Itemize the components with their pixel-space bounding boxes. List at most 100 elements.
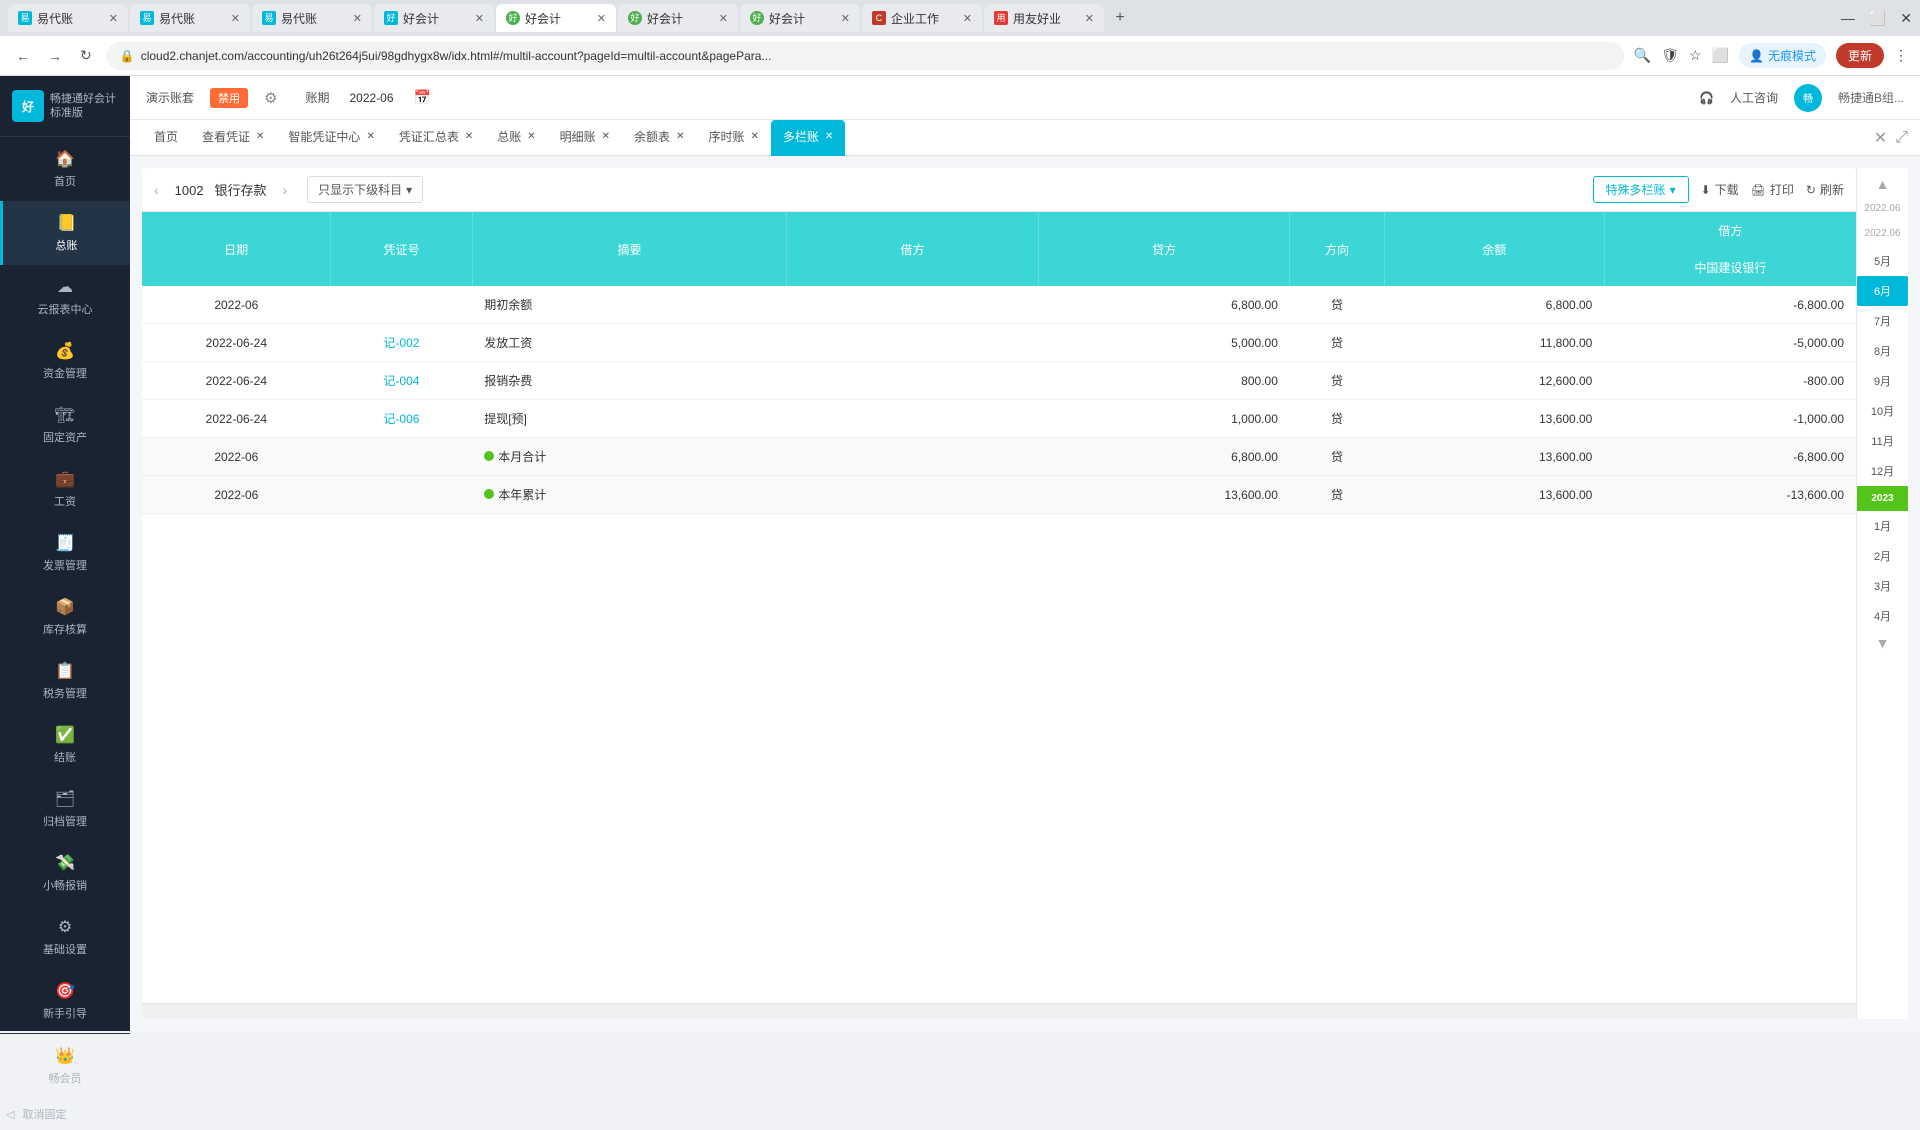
new-tab-button[interactable]: + [1106,4,1134,32]
tab-close-3[interactable]: ✕ [353,12,362,25]
refresh-button[interactable]: ↻ 刷新 [1806,181,1844,198]
month-nav-oct[interactable]: 10月 [1857,396,1908,426]
browser-tab-7[interactable]: 好 好会计 ✕ [740,4,860,32]
voucher-link[interactable]: 记-006 [383,412,419,426]
month-nav-july[interactable]: 7月 [1857,306,1908,336]
sidebar-item-guide[interactable]: 🎯 新手引导 [0,969,130,1033]
tab-voucher-view[interactable]: 查看凭证 ✕ [190,120,276,156]
tab-sequence-ledger-close[interactable]: ✕ [750,131,758,142]
user-avatar[interactable]: 畅 [1794,84,1822,112]
tab-close-8[interactable]: ✕ [963,12,972,25]
month-nav-feb[interactable]: 2月 [1857,541,1908,571]
browser-tab-1[interactable]: 易 易代账 ✕ [8,4,128,32]
tab-multi-column[interactable]: 多栏账 ✕ [771,120,845,156]
prev-account-button[interactable]: ‹ [154,182,159,198]
tab-multi-column-close[interactable]: ✕ [825,131,833,142]
tab-close-2[interactable]: ✕ [231,12,240,25]
minimize-button[interactable]: — [1841,10,1855,26]
forward-button[interactable]: → [44,44,66,68]
month-nav-mar[interactable]: 3月 [1857,571,1908,601]
horizontal-scrollbar[interactable] [142,1003,1856,1019]
reload-button[interactable]: ↻ [76,43,96,68]
tab-close-5[interactable]: ✕ [597,12,606,25]
browser-tab-8[interactable]: C 企业工作 ✕ [862,4,982,32]
tab-close-9[interactable]: ✕ [1085,12,1094,25]
month-nav-aug[interactable]: 8月 [1857,336,1908,366]
month-nav-june[interactable]: 6月 [1857,276,1908,306]
inventory-icon: 📦 [55,597,75,617]
voucher-link[interactable]: 记-004 [383,374,419,388]
tab-smart-voucher-close[interactable]: ✕ [366,131,374,142]
browser-tab-3[interactable]: 易 易代账 ✕ [252,4,372,32]
sidebar-item-archive[interactable]: 🗂 归档管理 [0,777,130,841]
browser-tab-4[interactable]: 好 好会计 ✕ [374,4,494,32]
month-nav-up[interactable]: ▲ [1872,172,1894,196]
calendar-icon[interactable]: 📅 [414,89,431,106]
month-nav-apr[interactable]: 4月 [1857,601,1908,631]
special-multicolumn-button[interactable]: 特殊多栏账 ▾ [1593,176,1689,203]
tab-close-6[interactable]: ✕ [719,12,728,25]
tab-general-ledger[interactable]: 总账 ✕ [485,120,547,156]
browser-tab-5[interactable]: 好 好会计 ✕ [496,4,616,32]
sidebar-item-settings[interactable]: ⚙ 基础设置 [0,905,130,969]
sub-filter-button[interactable]: 只显示下级科目 ▾ [307,176,423,203]
tab-home[interactable]: 首页 [142,120,190,156]
voucher-link[interactable]: 记-002 [383,336,419,350]
extensions-icon[interactable]: ⬜ [1712,47,1729,64]
sidebar-item-salary[interactable]: 💼 工资 [0,457,130,521]
shield-icon[interactable]: 🛡 [1661,47,1679,64]
tab-smart-voucher[interactable]: 智能凭证中心 ✕ [276,120,386,156]
month-nav-dec[interactable]: 12月 [1857,456,1908,486]
tab-voucher-summary-close[interactable]: ✕ [465,131,473,142]
download-button[interactable]: ⬇ 下载 [1701,181,1739,198]
browser-tab-9[interactable]: 用 用友好业 ✕ [984,4,1104,32]
tab-close-7[interactable]: ✕ [841,12,850,25]
month-nav-down[interactable]: ▼ [1872,631,1894,655]
settings-gear-icon[interactable]: ⚙ [264,89,277,107]
sidebar-item-expense[interactable]: 💸 小畅报销 [0,841,130,905]
month-nav-2022-06-2[interactable]: 2022.06 [1857,221,1908,246]
tab-expand-icon[interactable]: ⤢ [1895,129,1908,147]
consult-label[interactable]: 人工咨询 [1730,89,1778,106]
sidebar-item-close[interactable]: ✅ 结账 [0,713,130,777]
browser-tab-6[interactable]: 好 好会计 ✕ [618,4,738,32]
sidebar-item-inventory[interactable]: 📦 库存核算 [0,585,130,649]
cancel-pin-button[interactable]: ◁ 取消固定 [0,1098,130,1130]
month-nav-2022-06-1[interactable]: 2022.06 [1857,196,1908,221]
maximize-button[interactable]: ⬜ [1869,10,1886,27]
tab-voucher-view-close[interactable]: ✕ [256,131,264,142]
sidebar-item-ledger[interactable]: 📒 总账 [0,201,130,265]
url-input[interactable]: 🔒 cloud2.chanjet.com/accounting/uh26t264… [106,42,1624,70]
tab-collapse-left-icon[interactable]: ✕ [1874,128,1887,148]
sidebar-item-member[interactable]: 👑 畅会员 [0,1034,130,1098]
tab-close-4[interactable]: ✕ [475,12,484,25]
next-account-button[interactable]: › [282,182,287,198]
tab-balance-sheet-close[interactable]: ✕ [676,131,684,142]
star-icon[interactable]: ☆ [1689,47,1702,64]
sidebar-item-home[interactable]: 🏠 首页 [0,137,130,201]
sidebar-item-funds[interactable]: 💰 资金管理 [0,329,130,393]
browser-tab-2[interactable]: 易 易代账 ✕ [130,4,250,32]
tab-detail-ledger-close[interactable]: ✕ [602,131,610,142]
sidebar-item-assets[interactable]: 🏗 固定资产 [0,393,130,457]
month-nav-may[interactable]: 5月 [1857,246,1908,276]
sidebar-item-reports[interactable]: ☁ 云报表中心 [0,265,130,329]
tab-detail-ledger[interactable]: 明细账 ✕ [548,120,622,156]
sidebar-item-invoice[interactable]: 🧾 发票管理 [0,521,130,585]
month-nav-jan[interactable]: 1月 [1857,511,1908,541]
wuhen-mode-button[interactable]: 👤 无痕模式 [1739,43,1826,68]
search-icon[interactable]: 🔍 [1634,47,1651,64]
tab-sequence-ledger[interactable]: 序时账 ✕ [696,120,770,156]
close-button[interactable]: ✕ [1900,10,1912,27]
tab-general-ledger-close[interactable]: ✕ [527,131,535,142]
back-button[interactable]: ← [12,44,34,68]
month-nav-nov[interactable]: 11月 [1857,426,1908,456]
tab-voucher-summary[interactable]: 凭证汇总表 ✕ [387,120,485,156]
menu-icon[interactable]: ⋮ [1894,47,1908,64]
update-button[interactable]: 更新 [1836,43,1884,68]
sidebar-item-tax[interactable]: 📋 税务管理 [0,649,130,713]
tab-close-1[interactable]: ✕ [109,12,118,25]
month-nav-sep[interactable]: 9月 [1857,366,1908,396]
tab-balance-sheet[interactable]: 余额表 ✕ [622,120,696,156]
print-button[interactable]: 🖨 打印 [1751,181,1794,198]
